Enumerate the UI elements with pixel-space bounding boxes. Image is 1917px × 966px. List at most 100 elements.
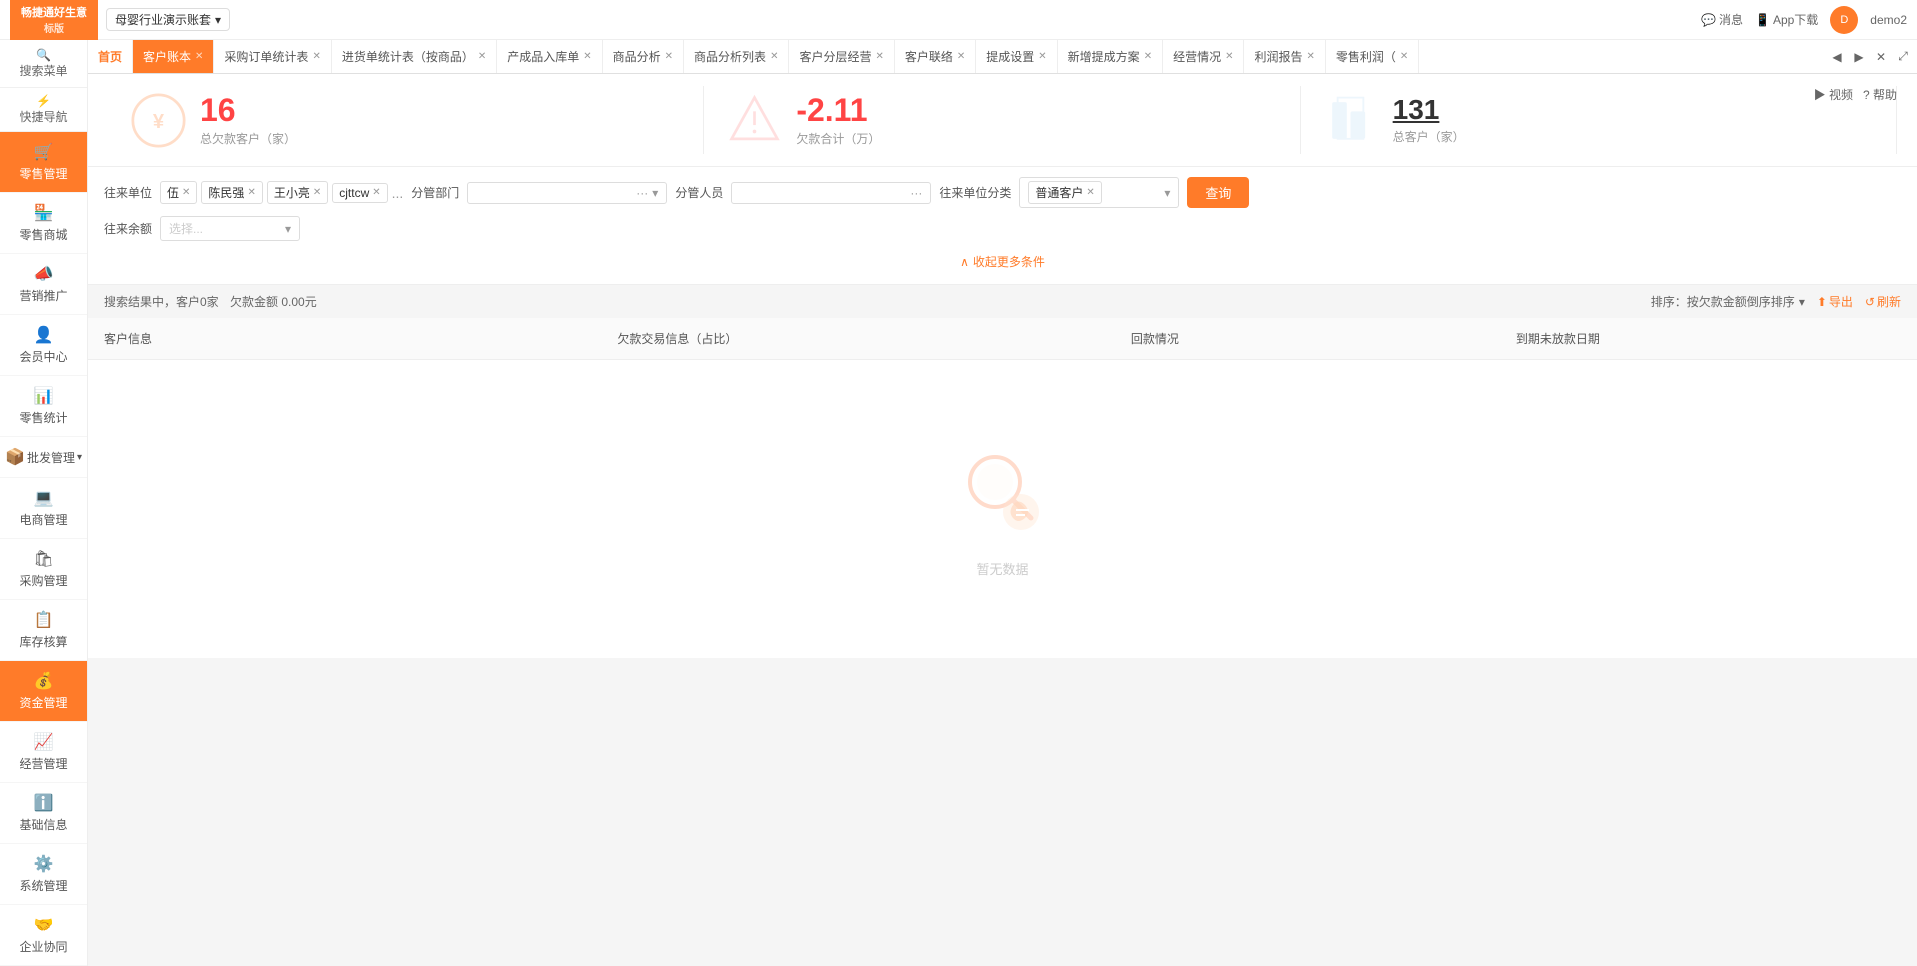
tab-purchase-orders[interactable]: 采购订单统计表 ✕: [214, 40, 331, 74]
tab-close-icon[interactable]: ✕: [665, 51, 673, 62]
retail-shop-icon: 🏪: [34, 203, 54, 223]
sub-arrow-icon: ▾: [77, 452, 82, 463]
filter-tag-wu[interactable]: 伍 ✕: [160, 181, 197, 204]
tab-close-icon[interactable]: ✕: [1144, 51, 1152, 62]
tab-customer-contact[interactable]: 客户联络 ✕: [895, 40, 976, 74]
help-btn[interactable]: ? 帮助: [1863, 86, 1897, 103]
sidebar-item-basic-info[interactable]: ℹ️ 基础信息: [0, 783, 87, 844]
filter-tag-chen[interactable]: 陈民强 ✕: [201, 181, 262, 204]
export-button[interactable]: ⬆ 导出: [1817, 293, 1853, 310]
tab-customer-tier[interactable]: 客户分层经营 ✕: [789, 40, 894, 74]
stat-overdue-amount-text: -2.11 欠款合计（万）: [796, 93, 880, 147]
logo: 畅捷通好生意 标版: [10, 0, 98, 40]
sidebar-quick-nav[interactable]: ⚡ 快捷导航: [0, 88, 87, 132]
filter-tag-close[interactable]: ✕: [182, 187, 190, 198]
tab-close-icon[interactable]: ✕: [1307, 51, 1315, 62]
sidebar-item-operation[interactable]: 📈 经营管理: [0, 722, 87, 783]
tab-business-status[interactable]: 经营情况 ✕: [1163, 40, 1244, 74]
tab-close-icon[interactable]: ✕: [1038, 51, 1046, 62]
dept-select[interactable]: ··· ▾: [467, 182, 667, 204]
sidebar-item-member[interactable]: 👤 会员中心: [0, 315, 87, 376]
tab-close-icon[interactable]: ✕: [1225, 51, 1233, 62]
sidebar-item-ecommerce[interactable]: 💻 电商管理: [0, 478, 87, 539]
sidebar-item-retail-stats[interactable]: 📊 零售统计: [0, 376, 87, 437]
filter-tag-close[interactable]: ✕: [313, 187, 321, 198]
sidebar-item-label: 零售统计: [19, 409, 67, 426]
sidebar-item-enterprise[interactable]: 🤝 企业协同: [0, 905, 87, 966]
filter-tag-wang[interactable]: 王小亮 ✕: [267, 181, 328, 204]
sidebar-item-purchase[interactable]: 🛍 采购管理: [0, 539, 87, 600]
tab-expand[interactable]: ⤢: [1893, 47, 1913, 67]
tab-retail-profit[interactable]: 零售利润（ ✕: [1326, 40, 1419, 74]
sidebar-item-retail-shop[interactable]: 🏪 零售商城: [0, 193, 87, 254]
person-select[interactable]: ···: [731, 182, 931, 204]
tab-close-icon[interactable]: ✕: [312, 51, 320, 62]
tab-new-mention-plan[interactable]: 新增提成方案 ✕: [1058, 40, 1163, 74]
results-bar: 搜索结果中，客户0家 欠款金额 0.00元 排序：按欠款金额倒序排序 ▾ ⬆ 导…: [88, 285, 1917, 318]
tab-close-icon[interactable]: ✕: [875, 51, 883, 62]
unit-type-select[interactable]: 普通客户 ✕ ▾: [1019, 177, 1179, 208]
empty-state: 暂无数据: [88, 360, 1917, 658]
video-btn[interactable]: ▶ 视频: [1814, 86, 1853, 103]
tab-close-icon[interactable]: ✕: [957, 51, 965, 62]
tab-close-icon[interactable]: ✕: [478, 51, 486, 62]
filter-tag-close[interactable]: ✕: [247, 187, 255, 198]
tab-product-inbound[interactable]: 产成品入库单 ✕: [497, 40, 602, 74]
filter-tag-close[interactable]: ✕: [372, 187, 380, 198]
tab-profit-report[interactable]: 利润报告 ✕: [1244, 40, 1325, 74]
sidebar-item-retail[interactable]: 🛒 零售管理: [0, 132, 87, 193]
tab-scroll-left[interactable]: ◀: [1827, 47, 1847, 67]
enterprise-icon: 🤝: [34, 915, 54, 935]
filter-add-more[interactable]: ...: [392, 185, 404, 201]
sidebar-item-marketing[interactable]: 📣 营销推广: [0, 254, 87, 315]
tab-close-icon[interactable]: ✕: [770, 51, 778, 62]
home-tab-label: 首页: [98, 48, 122, 65]
tab-label: 商品分析列表: [694, 48, 766, 65]
col-customer-info: 客户信息: [104, 326, 617, 351]
sidebar-search-menu[interactable]: 🔍 搜索菜单: [0, 40, 87, 88]
inventory-icon: 📋: [34, 610, 54, 630]
app-download-btn[interactable]: 📱 App下载: [1755, 11, 1818, 28]
sidebar-item-label: 基础信息: [19, 816, 67, 833]
table-header: 客户信息 欠款交易信息（占比） 回款情况 到期未放款日期: [88, 318, 1917, 360]
sidebar-item-system[interactable]: ⚙️ 系统管理: [0, 844, 87, 905]
message-btn[interactable]: 💬 消息: [1701, 11, 1743, 28]
balance-select[interactable]: 选择... ▾: [160, 216, 300, 241]
tab-scroll-right[interactable]: ▶: [1849, 47, 1869, 67]
tab-home[interactable]: 首页: [88, 40, 133, 74]
tab-goods-analysis-list[interactable]: 商品分析列表 ✕: [684, 40, 789, 74]
avatar[interactable]: D: [1830, 6, 1858, 34]
sidebar-item-wholesale[interactable]: 📦 批发管理 ▾: [0, 437, 87, 478]
tab-close-icon[interactable]: ✕: [1400, 51, 1408, 62]
balance-filter-label: 往来余额: [104, 220, 152, 237]
sidebar-item-finance[interactable]: 💰 资金管理: [0, 661, 87, 722]
tab-close-all[interactable]: ✕: [1871, 47, 1891, 67]
ecommerce-icon: 💻: [34, 488, 54, 508]
sidebar-item-label: 采购管理: [19, 572, 67, 589]
tab-goods-analysis[interactable]: 商品分析 ✕: [603, 40, 684, 74]
tab-label: 采购订单统计表: [224, 48, 308, 65]
tab-label: 客户联络: [905, 48, 953, 65]
col-overdue-info: 欠款交易信息（占比）: [617, 326, 1130, 351]
sidebar-item-label: 会员中心: [19, 348, 67, 365]
filter-tag-cjttcw[interactable]: cjttcw ✕: [332, 183, 387, 203]
query-button[interactable]: 查询: [1187, 177, 1249, 208]
tab-close-icon[interactable]: ✕: [583, 51, 591, 62]
stat-overdue-customers-text: 16 总欠款客户（家）: [200, 93, 296, 147]
unit-type-dropdown-icon: ▾: [1164, 186, 1170, 200]
sort-select[interactable]: 排序：按欠款金额倒序排序 ▾: [1651, 293, 1805, 310]
customer-type-tag[interactable]: 普通客户 ✕: [1028, 181, 1101, 204]
stat-overdue-amount-value: -2.11: [796, 93, 880, 128]
collapse-row: ∧ 收起更多条件: [104, 249, 1901, 274]
customer-type-close[interactable]: ✕: [1086, 187, 1094, 198]
store-selector[interactable]: 母婴行业演示账套 ▾: [106, 8, 230, 31]
sidebar-item-inventory[interactable]: 📋 库存核算: [0, 600, 87, 661]
tab-close-icon[interactable]: ✕: [195, 51, 203, 62]
tab-goods-stats[interactable]: 进货单统计表（按商品） ✕: [332, 40, 497, 74]
sort-dropdown-icon: ▾: [1799, 295, 1805, 309]
message-icon: 💬: [1701, 13, 1716, 27]
collapse-button[interactable]: ∧ 收起更多条件: [956, 249, 1049, 274]
tab-accounts[interactable]: 客户账本 ✕: [133, 40, 214, 74]
refresh-button[interactable]: ↺ 刷新: [1865, 293, 1901, 310]
tab-mention-settings[interactable]: 提成设置 ✕: [976, 40, 1057, 74]
